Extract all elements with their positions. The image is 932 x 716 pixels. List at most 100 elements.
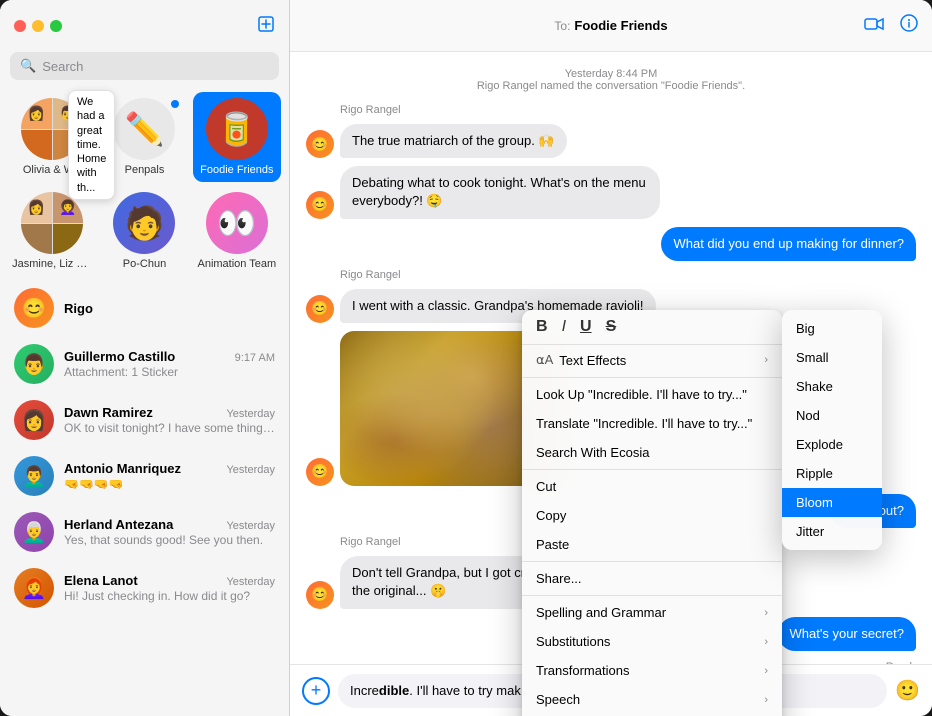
avatar: 👨‍🦳 [14, 512, 54, 552]
timestamp: Yesterday 8:44 PM [565, 68, 658, 80]
lookup-menu-item[interactable]: Look Up "Incredible. I'll have to try...… [522, 380, 782, 409]
text-effects-icon: ⍺A [536, 352, 553, 368]
table-row: What did you end up making for dinner? [306, 227, 916, 261]
chevron-right-icon: › [764, 636, 768, 648]
submenu-item-ripple[interactable]: Ripple [782, 459, 882, 488]
submenu-item-explode[interactable]: Explode [782, 430, 882, 459]
substitutions-menu-item[interactable]: Substitutions › [522, 627, 782, 656]
text-effects-menu-item[interactable]: ⍺A Text Effects › [522, 345, 782, 375]
titlebar [0, 0, 289, 52]
sender-name: Dawn Ramirez [64, 405, 153, 420]
menu-label: Share... [536, 571, 582, 586]
list-item[interactable]: 👩‍🦰 Elena Lanot Yesterday Hi! Just check… [4, 560, 285, 616]
avatar: 👨 [14, 344, 54, 384]
avatar: 👨‍🦱 [14, 456, 54, 496]
submenu-item-nod[interactable]: Nod [782, 401, 882, 430]
menu-separator [522, 561, 782, 562]
avatar: 😊 [14, 288, 54, 328]
submenu-item-jitter[interactable]: Jitter [782, 517, 882, 546]
avatar: 😊 [306, 191, 334, 219]
chevron-right-icon: › [764, 694, 768, 706]
input-bold: dible [379, 683, 409, 698]
menu-label: Transformations [536, 663, 629, 678]
system-message: Yesterday 8:44 PM Rigo Rangel named the … [306, 68, 916, 92]
submenu-item-big[interactable]: Big [782, 314, 882, 343]
message-preview: Yes, that sounds good! See you then. [64, 533, 275, 547]
menu-label: Speech [536, 692, 580, 707]
message-bubble: Debating what to cook tonight. What's on… [340, 166, 660, 218]
search-ecosia-menu-item[interactable]: Search With Ecosia [522, 438, 782, 467]
translate-menu-item[interactable]: Translate "Incredible. I'll have to try.… [522, 409, 782, 438]
paste-menu-item[interactable]: Paste [522, 530, 782, 559]
input-rest: . I'll have to try mak [409, 683, 521, 698]
speech-menu-item[interactable]: Speech › [522, 685, 782, 714]
sender-name: Elena Lanot [64, 573, 138, 588]
cut-menu-item[interactable]: Cut [522, 472, 782, 501]
list-item[interactable]: 👨‍🦳 Herland Antezana Yesterday Yes, that… [4, 504, 285, 560]
info-button[interactable] [900, 14, 918, 37]
list-item[interactable]: 😊 Rigo [4, 280, 285, 336]
avatar: ✏️ [113, 98, 175, 160]
minimize-button[interactable] [32, 20, 44, 32]
fullscreen-button[interactable] [50, 20, 62, 32]
message-bubble: What's your secret? [778, 617, 916, 651]
menu-label: Translate "Incredible. I'll have to try.… [536, 416, 752, 431]
italic-button[interactable]: I [562, 318, 566, 336]
main-window: 🔍 Search We had a great time. Home with … [0, 0, 932, 716]
close-button[interactable] [14, 20, 26, 32]
contact-olivia-will[interactable]: We had a great time. Home with th... 👩 👨… [8, 92, 96, 182]
menu-separator [522, 469, 782, 470]
transformations-menu-item[interactable]: Transformations › [522, 656, 782, 685]
unread-indicator [171, 100, 179, 108]
strikethrough-button[interactable]: S [606, 318, 617, 336]
timestamp: Yesterday [226, 408, 275, 420]
input-normal: Incre [350, 683, 379, 698]
share-menu-item[interactable]: Share... [522, 564, 782, 593]
contacts-grid: We had a great time. Home with th... 👩 👨… [0, 88, 289, 280]
avatar: 😊 [306, 130, 334, 158]
copy-menu-item[interactable]: Copy [522, 501, 782, 530]
compose-button[interactable] [257, 15, 275, 38]
spelling-menu-item[interactable]: Spelling and Grammar › [522, 598, 782, 627]
chat-title: Foodie Friends [574, 18, 667, 33]
video-call-button[interactable] [864, 14, 884, 37]
contact-name: Po-Chun [123, 258, 166, 270]
contact-foodie-friends[interactable]: 🥫 Foodie Friends [193, 92, 281, 182]
sender-name: Antonio Manriquez [64, 461, 181, 476]
message-bubble: The true matriarch of the group. 🙌 [340, 124, 567, 158]
bold-button[interactable]: B [536, 318, 548, 336]
avatar: 🧑 [113, 192, 175, 254]
message-content: Elena Lanot Yesterday Hi! Just checking … [64, 573, 275, 603]
emoji-button[interactable]: 🙂 [895, 678, 920, 703]
timestamp: Yesterday [226, 576, 275, 588]
message-content: Antonio Manriquez Yesterday 🤜🤜🤜🤜 [64, 461, 275, 491]
message-content: Dawn Ramirez Yesterday OK to visit tonig… [64, 405, 275, 435]
search-bar[interactable]: 🔍 Search [10, 52, 279, 80]
chat-actions [864, 14, 918, 37]
underline-button[interactable]: U [580, 318, 592, 336]
list-item[interactable]: 👨 Guillermo Castillo 9:17 AM Attachment:… [4, 336, 285, 392]
list-item[interactable]: 👩 Dawn Ramirez Yesterday OK to visit ton… [4, 392, 285, 448]
menu-label: Cut [536, 479, 556, 494]
contact-po-chun[interactable]: 🧑 Po-Chun [100, 186, 188, 276]
message-content: Guillermo Castillo 9:17 AM Attachment: 1… [64, 349, 275, 379]
message-bubble: What did you end up making for dinner? [661, 227, 916, 261]
submenu-item-shake[interactable]: Shake [782, 372, 882, 401]
add-attachment-button[interactable]: + [302, 677, 330, 705]
contact-name: Jasmine, Liz &... [12, 258, 92, 270]
submenu-item-bloom[interactable]: Bloom [782, 488, 882, 517]
avatar: 😊 [306, 458, 334, 486]
message-preview: Hi! Just checking in. How did it go? [64, 589, 275, 603]
submenu-item-small[interactable]: Small [782, 343, 882, 372]
message-preview: Attachment: 1 Sticker [64, 365, 275, 379]
text-effects-submenu: Big Small Shake Nod Explode Ripple Bloom… [782, 310, 882, 550]
menu-separator [522, 595, 782, 596]
list-item[interactable]: 👨‍🦱 Antonio Manriquez Yesterday 🤜🤜🤜🤜 [4, 448, 285, 504]
menu-label: Substitutions [536, 634, 610, 649]
text-effects-label: Text Effects [559, 353, 626, 368]
message-preview: 🤜🤜🤜🤜 [64, 477, 275, 491]
contact-animation-team[interactable]: 👀 Animation Team [193, 186, 281, 276]
format-bar: B I U S [522, 310, 782, 345]
contact-name: Foodie Friends [200, 164, 273, 176]
sender-label: Rigo Rangel [340, 269, 916, 281]
